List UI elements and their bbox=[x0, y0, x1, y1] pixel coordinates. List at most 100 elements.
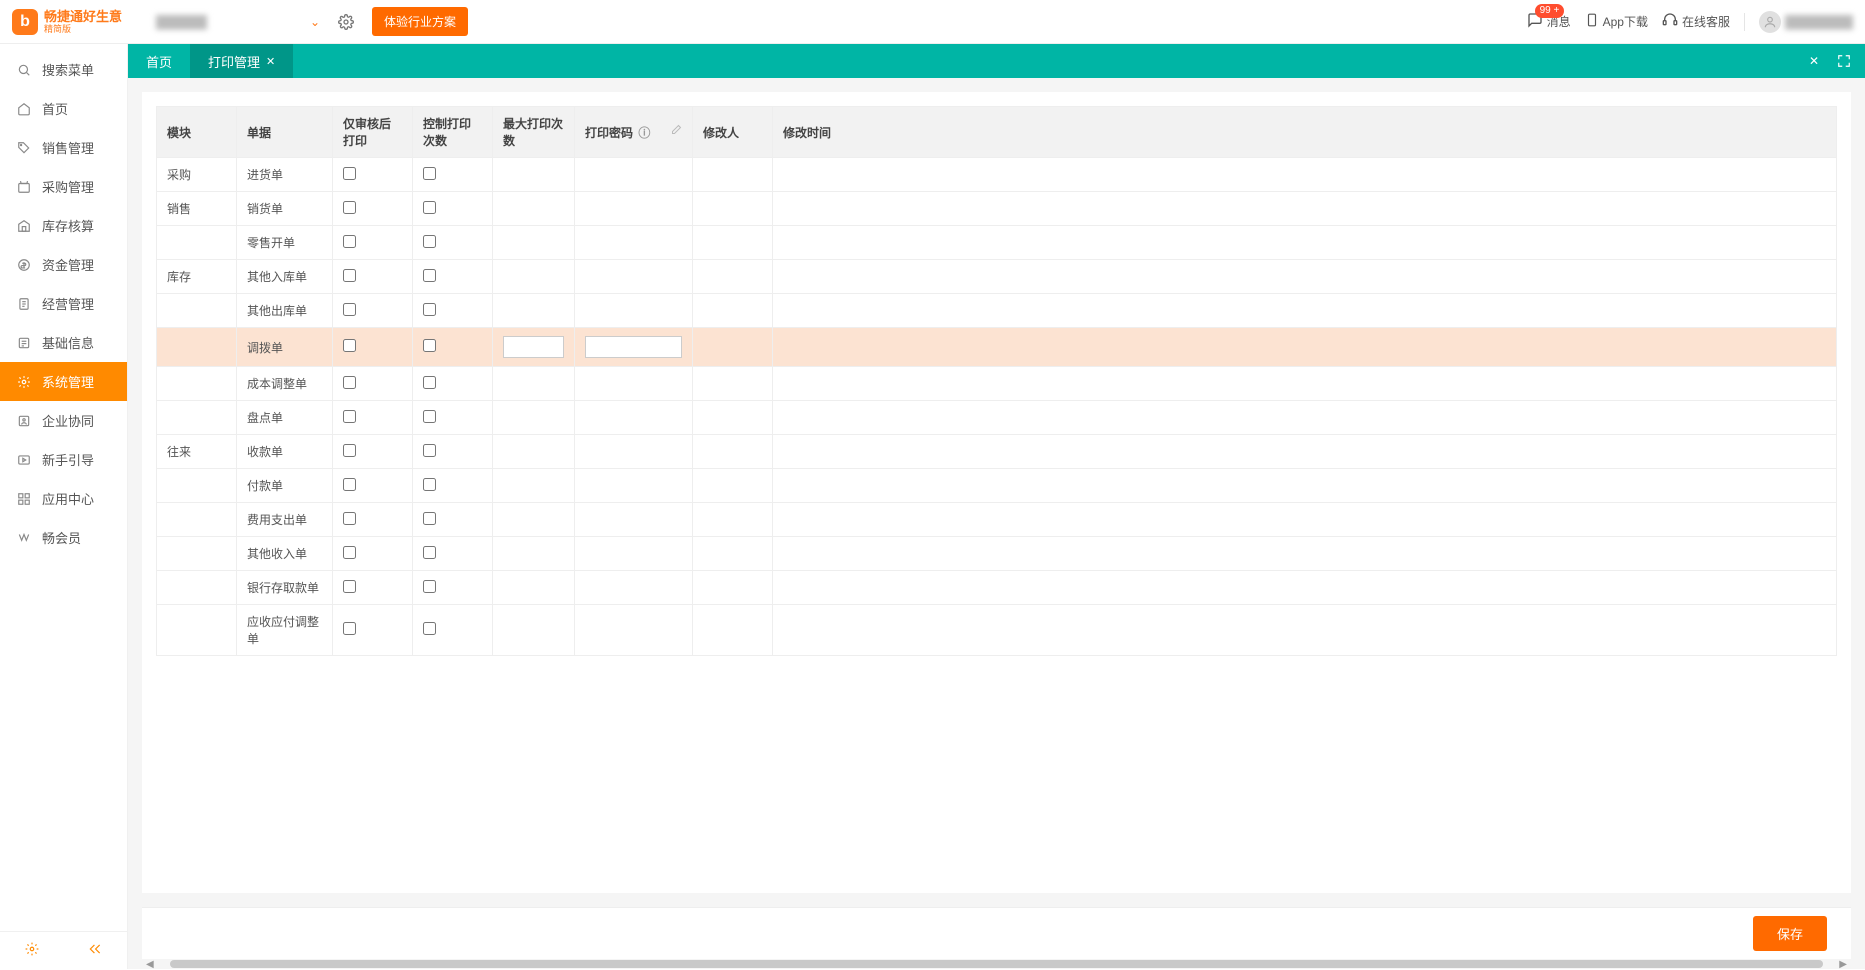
only-audit-checkbox[interactable] bbox=[343, 339, 356, 352]
brand-logo: b 畅捷通好生意 精简版 bbox=[12, 9, 140, 35]
sidebar-item-stock[interactable]: 库存核算 bbox=[0, 206, 127, 245]
only-audit-checkbox[interactable] bbox=[343, 546, 356, 559]
table-row: 其他收入单 bbox=[157, 537, 1837, 571]
tab-label: 打印管理 bbox=[208, 52, 260, 71]
limit-print-checkbox[interactable] bbox=[423, 235, 436, 248]
only-audit-checkbox[interactable] bbox=[343, 410, 356, 423]
cell-module bbox=[157, 401, 237, 435]
scroll-right-icon[interactable]: ▶ bbox=[1837, 959, 1849, 970]
only-audit-checkbox[interactable] bbox=[343, 201, 356, 214]
top-bar: b 畅捷通好生意 精简版 ██████ ⌄ 体验行业方案 99 + 消息 bbox=[0, 0, 1865, 44]
only-audit-checkbox[interactable] bbox=[343, 235, 356, 248]
scrollbar-thumb[interactable] bbox=[170, 960, 1824, 968]
promo-button[interactable]: 体验行业方案 bbox=[372, 7, 468, 36]
cell-module bbox=[157, 537, 237, 571]
horizontal-scrollbar[interactable]: ◀ ▶ bbox=[142, 959, 1851, 969]
sidebar-item-sales[interactable]: 销售管理 bbox=[0, 128, 127, 167]
company-selector[interactable]: ██████ ⌄ bbox=[148, 7, 328, 37]
edit-column-icon[interactable] bbox=[670, 124, 682, 139]
cell-module bbox=[157, 571, 237, 605]
tab-close-all-icon[interactable]: ✕ bbox=[1803, 50, 1825, 72]
table-row: 付款单 bbox=[157, 469, 1837, 503]
limit-print-checkbox[interactable] bbox=[423, 622, 436, 635]
limit-print-checkbox[interactable] bbox=[423, 303, 436, 316]
cell-module bbox=[157, 469, 237, 503]
limit-print-checkbox[interactable] bbox=[423, 201, 436, 214]
th-print-pwd: 打印密码 ⓘ bbox=[575, 107, 693, 158]
th-module: 模块 bbox=[157, 107, 237, 158]
only-audit-checkbox[interactable] bbox=[343, 444, 356, 457]
limit-print-checkbox[interactable] bbox=[423, 444, 436, 457]
cell-editor bbox=[693, 401, 773, 435]
sidebar-item-home[interactable]: 首页 bbox=[0, 89, 127, 128]
tab-首页[interactable]: 首页 bbox=[128, 44, 190, 78]
print-password-input[interactable] bbox=[585, 336, 682, 358]
limit-print-checkbox[interactable] bbox=[423, 478, 436, 491]
sidebar-item-fund[interactable]: 资金管理 bbox=[0, 245, 127, 284]
limit-print-checkbox[interactable] bbox=[423, 376, 436, 389]
cell-max-print bbox=[493, 537, 575, 571]
max-print-input[interactable] bbox=[503, 336, 564, 358]
limit-print-checkbox[interactable] bbox=[423, 167, 436, 180]
content-card: 模块 单据 仅审核后打印 控制打印次数 最大打印次数 打印密码 ⓘ bbox=[142, 92, 1851, 893]
username-blurred: ████████ bbox=[1785, 15, 1853, 29]
divider bbox=[1744, 13, 1745, 31]
sidebar-settings-icon[interactable] bbox=[25, 942, 39, 959]
table-row: 银行存取款单 bbox=[157, 571, 1837, 605]
user-menu[interactable]: ████████ bbox=[1759, 11, 1853, 33]
cell-editor bbox=[693, 469, 773, 503]
cell-doc: 收款单 bbox=[237, 435, 333, 469]
sidebar-collapse-icon[interactable] bbox=[88, 942, 102, 959]
cell-print-pwd bbox=[575, 435, 693, 469]
tab-label: 首页 bbox=[146, 52, 172, 71]
app-download-button[interactable]: App下载 bbox=[1585, 12, 1648, 31]
save-button[interactable]: 保存 bbox=[1753, 916, 1827, 951]
sidebar-item-purchase[interactable]: 采购管理 bbox=[0, 167, 127, 206]
cell-edit-time bbox=[773, 158, 1837, 192]
cell-editor bbox=[693, 571, 773, 605]
cell-edit-time bbox=[773, 571, 1837, 605]
help-icon[interactable]: ⓘ bbox=[638, 126, 650, 140]
scroll-left-icon[interactable]: ◀ bbox=[144, 959, 156, 970]
only-audit-checkbox[interactable] bbox=[343, 512, 356, 525]
online-service-button[interactable]: 在线客服 bbox=[1662, 12, 1730, 31]
limit-print-checkbox[interactable] bbox=[423, 580, 436, 593]
messages-button[interactable]: 99 + 消息 bbox=[1527, 12, 1571, 31]
limit-print-checkbox[interactable] bbox=[423, 269, 436, 282]
fullscreen-icon[interactable] bbox=[1833, 50, 1855, 72]
cell-editor bbox=[693, 605, 773, 656]
cell-edit-time bbox=[773, 435, 1837, 469]
only-audit-checkbox[interactable] bbox=[343, 622, 356, 635]
sidebar-item-guide[interactable]: 新手引导 bbox=[0, 440, 127, 479]
cell-edit-time bbox=[773, 367, 1837, 401]
sidebar-item-search[interactable]: 搜索菜单 bbox=[0, 50, 127, 89]
sidebar-item-sys[interactable]: 系统管理 bbox=[0, 362, 127, 401]
only-audit-checkbox[interactable] bbox=[343, 478, 356, 491]
sidebar-item-vip[interactable]: 畅会员 bbox=[0, 518, 127, 557]
only-audit-checkbox[interactable] bbox=[343, 303, 356, 316]
sidebar-item-biz[interactable]: 经营管理 bbox=[0, 284, 127, 323]
limit-print-checkbox[interactable] bbox=[423, 410, 436, 423]
limit-print-checkbox[interactable] bbox=[423, 512, 436, 525]
cell-max-print bbox=[493, 328, 575, 367]
app-download-label: App下载 bbox=[1603, 13, 1648, 30]
cell-module bbox=[157, 503, 237, 537]
tab-打印管理[interactable]: 打印管理 ✕ bbox=[190, 44, 293, 78]
close-icon[interactable]: ✕ bbox=[266, 55, 275, 68]
cell-print-pwd bbox=[575, 226, 693, 260]
cell-print-pwd bbox=[575, 367, 693, 401]
only-audit-checkbox[interactable] bbox=[343, 580, 356, 593]
cell-max-print bbox=[493, 605, 575, 656]
only-audit-checkbox[interactable] bbox=[343, 376, 356, 389]
limit-print-checkbox[interactable] bbox=[423, 339, 436, 352]
stock-icon bbox=[16, 218, 32, 234]
cell-module bbox=[157, 328, 237, 367]
sidebar-item-base[interactable]: 基础信息 bbox=[0, 323, 127, 362]
sidebar-item-label: 销售管理 bbox=[42, 138, 94, 157]
only-audit-checkbox[interactable] bbox=[343, 269, 356, 282]
settings-gear-icon[interactable] bbox=[332, 8, 360, 36]
only-audit-checkbox[interactable] bbox=[343, 167, 356, 180]
sidebar-item-coop[interactable]: 企业协同 bbox=[0, 401, 127, 440]
sidebar-item-apps[interactable]: 应用中心 bbox=[0, 479, 127, 518]
limit-print-checkbox[interactable] bbox=[423, 546, 436, 559]
